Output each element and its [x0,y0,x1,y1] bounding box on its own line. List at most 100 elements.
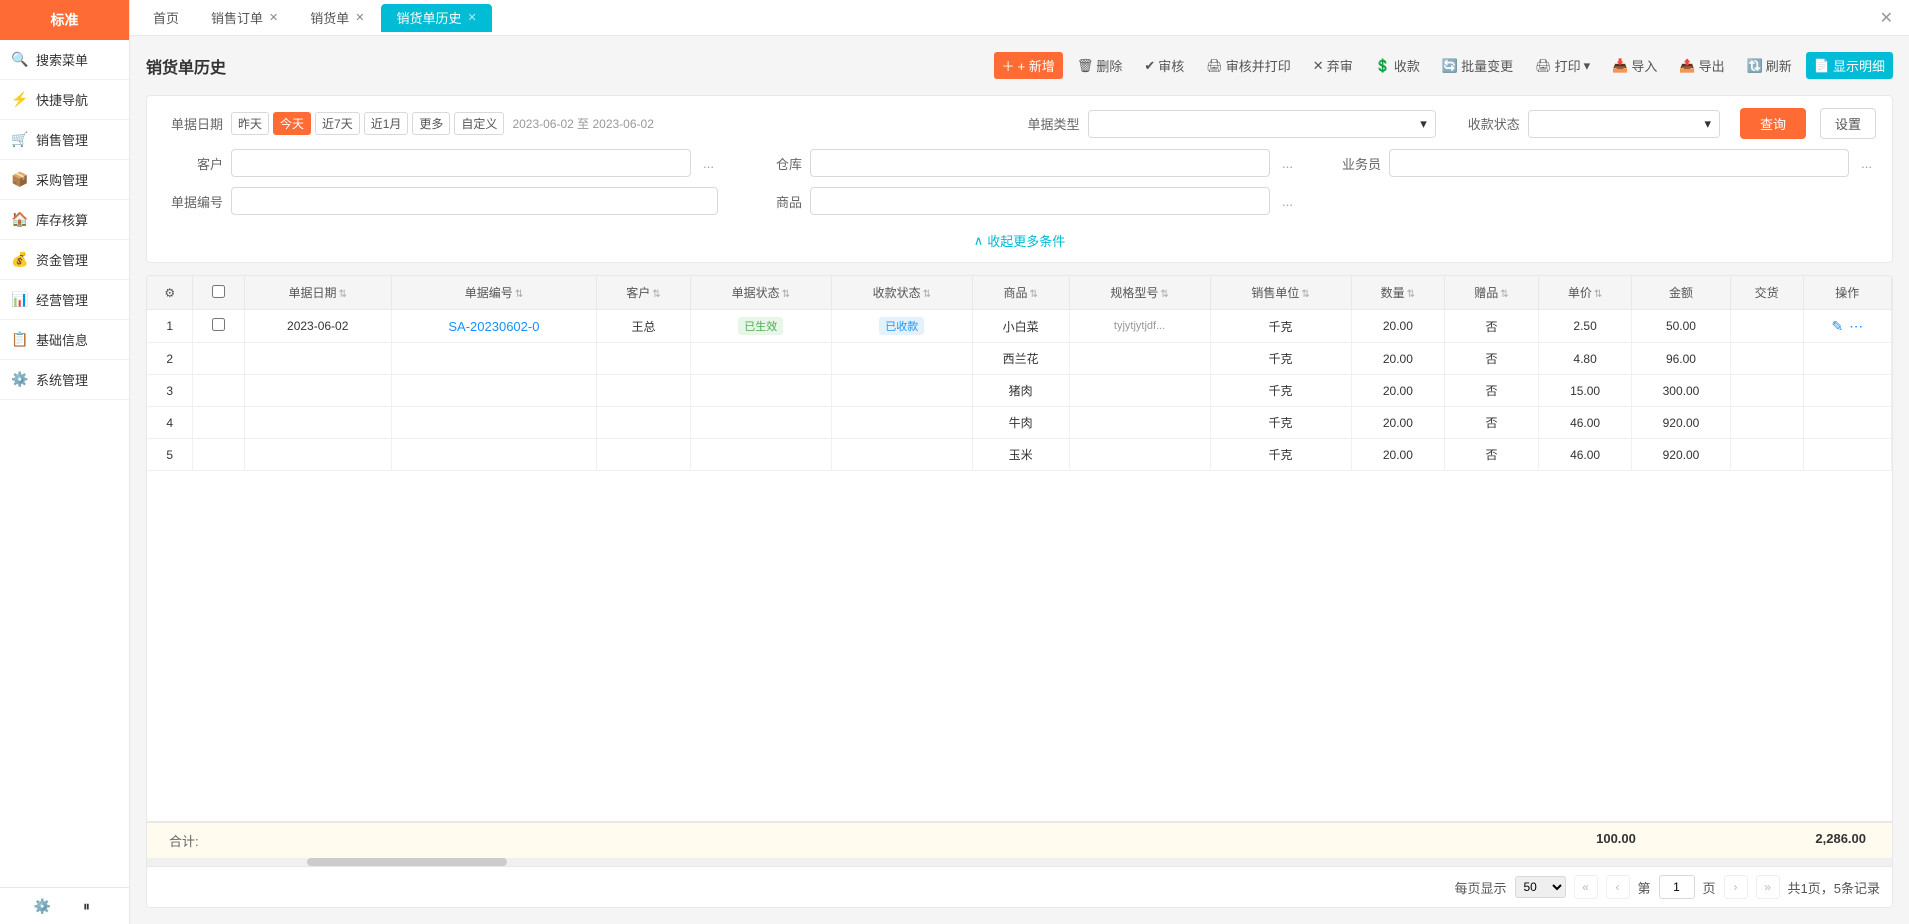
delete-button[interactable]: 🗑 删除 [1069,52,1131,79]
cell-action [1803,343,1891,375]
settings-button[interactable]: 设置 [1820,108,1876,139]
goods-label: 商品 [742,192,802,211]
customer-input[interactable] [231,149,691,177]
tab-sales-history[interactable]: 销货单历史 ✕ [381,4,491,32]
payment-status-label: 收款状态 [1460,114,1520,133]
export-button[interactable]: 📤 导出 [1671,52,1732,79]
doc-type-select[interactable]: ▾ [1088,110,1436,138]
cell-date [244,407,391,439]
first-page-btn[interactable]: « [1574,875,1598,899]
prev-page-btn[interactable]: ‹ [1606,875,1630,899]
col-settings[interactable]: ⚙ [147,276,193,310]
cell-unit: 千克 [1210,343,1351,375]
abandon-button[interactable]: ✕ 弃审 [1305,52,1361,79]
date-btn-yesterday[interactable]: 昨天 [231,112,269,135]
sidebar-item-operations[interactable]: 📊 经营管理 [0,280,129,320]
query-button[interactable]: 查询 [1740,108,1806,139]
cell-doc-no [391,343,597,375]
customer-ellipsis[interactable]: ... [699,156,718,171]
print-button[interactable]: 🖨 打印 ▾ [1527,52,1598,79]
operations-icon: 📊 [12,292,28,308]
page-size-select[interactable]: 50 100 200 [1515,876,1566,898]
cell-checkbox [193,310,244,343]
tabs-close-all[interactable]: ✕ [1872,8,1901,28]
row-checkbox[interactable] [212,318,225,331]
per-page-label: 每页显示 [1454,878,1506,897]
next-page-btn[interactable]: › [1724,875,1748,899]
sidebar-settings-btn[interactable]: ⚙️ ⏸ [0,888,129,924]
cell-unit: 千克 [1210,375,1351,407]
col-unit: 销售单位⇅ [1210,276,1351,310]
tab-sales-goods-close[interactable]: ✕ [355,11,364,24]
sidebar-item-search-menu[interactable]: 🔍 搜索菜单 [0,40,129,80]
tabs-bar: 首页 销售订单 ✕ 销货单 ✕ 销货单历史 ✕ ✕ [130,0,1909,36]
cell-price: 4.80 [1538,343,1632,375]
cell-payment-status [831,343,972,375]
edit-icon[interactable]: ✎ [1831,318,1843,335]
date-btn-1month[interactable]: 近1月 [364,112,409,135]
doc-no-input[interactable] [231,187,718,215]
sidebar-item-quick-nav[interactable]: ⚡ 快捷导航 [0,80,129,120]
cell-row-num: 1 [147,310,193,343]
cell-checkbox [193,343,244,375]
goods-ellipsis[interactable]: ... [1278,194,1297,209]
sort-spec-icon: ⇅ [1160,289,1168,300]
sidebar-item-sales[interactable]: 🛒 销售管理 [0,120,129,160]
sidebar-item-purchase[interactable]: 📦 采购管理 [0,160,129,200]
cell-spec [1069,375,1210,407]
sidebar-item-label: 经营管理 [36,290,88,309]
cell-doc-status [690,343,831,375]
batch-change-button[interactable]: 🔄 批量变更 [1434,52,1521,79]
payment-status-select[interactable]: ▾ [1528,110,1720,138]
tab-sales-goods[interactable]: 销货单 ✕ [295,4,379,32]
goods-input[interactable] [810,187,1270,215]
salesperson-label: 业务员 [1321,154,1381,173]
sidebar-item-label: 库存核算 [36,210,88,229]
date-btn-custom[interactable]: 自定义 [454,112,504,135]
collapse-btn[interactable]: ∧ 收起更多条件 [163,225,1876,250]
filter-item-doc-type: 单据类型 ▾ [1020,110,1436,138]
cell-action [1803,439,1891,471]
select-all-checkbox[interactable] [212,285,225,298]
col-action: 操作 [1803,276,1891,310]
tab-sales-history-close[interactable]: ✕ [468,11,477,24]
refresh-button[interactable]: 🔃 刷新 [1739,52,1800,79]
date-btn-today[interactable]: 今天 [273,112,311,135]
cell-spec [1069,343,1210,375]
cell-unit: 千克 [1210,439,1351,471]
audit-print-button[interactable]: 🖨 审核并打印 [1198,52,1299,79]
sidebar-item-system[interactable]: ⚙️ 系统管理 [0,360,129,400]
date-btn-7days[interactable]: 近7天 [315,112,360,135]
page-input[interactable] [1659,875,1695,899]
col-gift: 赠品⇅ [1445,276,1539,310]
warehouse-ellipsis[interactable]: ... [1278,156,1297,171]
tab-home[interactable]: 首页 [138,4,194,32]
salesperson-ellipsis[interactable]: ... [1857,156,1876,171]
more-icon[interactable]: ⋯ [1849,318,1863,335]
tab-sales-order-close[interactable]: ✕ [269,11,278,24]
warehouse-input[interactable] [810,149,1270,177]
cell-goods: 小白菜 [972,310,1069,343]
sidebar-item-inventory[interactable]: 🏠 库存核算 [0,200,129,240]
doc-no-link[interactable]: SA-20230602-0 [448,319,539,334]
new-button[interactable]: ＋ + 新增 [994,52,1063,79]
audit-button[interactable]: ✔ 审核 [1136,52,1192,79]
date-btn-more[interactable]: 更多 [412,112,450,135]
pagination: 每页显示 50 100 200 « ‹ 第 页 › » 共1页，5条记录 [147,866,1892,907]
cell-amount: 920.00 [1632,439,1730,471]
table-scrollbar[interactable] [147,858,1892,866]
scrollbar-thumb[interactable] [307,858,507,866]
tab-sales-order[interactable]: 销售订单 ✕ [196,4,293,32]
col-amount: 金额 [1632,276,1730,310]
sidebar-item-finance[interactable]: 💰 资金管理 [0,240,129,280]
table-row: 1 2023-06-02 SA-20230602-0 王总 已生效 已收款 小白… [147,310,1892,343]
col-payment-status: 收款状态⇅ [831,276,972,310]
col-spec: 规格型号⇅ [1069,276,1210,310]
show-detail-button[interactable]: 📄 显示明细 [1806,52,1893,79]
sidebar-item-basic-info[interactable]: 📋 基础信息 [0,320,129,360]
total-qty: 100.00 [1556,831,1676,850]
last-page-btn[interactable]: » [1756,875,1780,899]
collect-button[interactable]: 💲 收款 [1367,52,1428,79]
import-button[interactable]: 📥 导入 [1604,52,1665,79]
salesperson-input[interactable] [1389,149,1849,177]
